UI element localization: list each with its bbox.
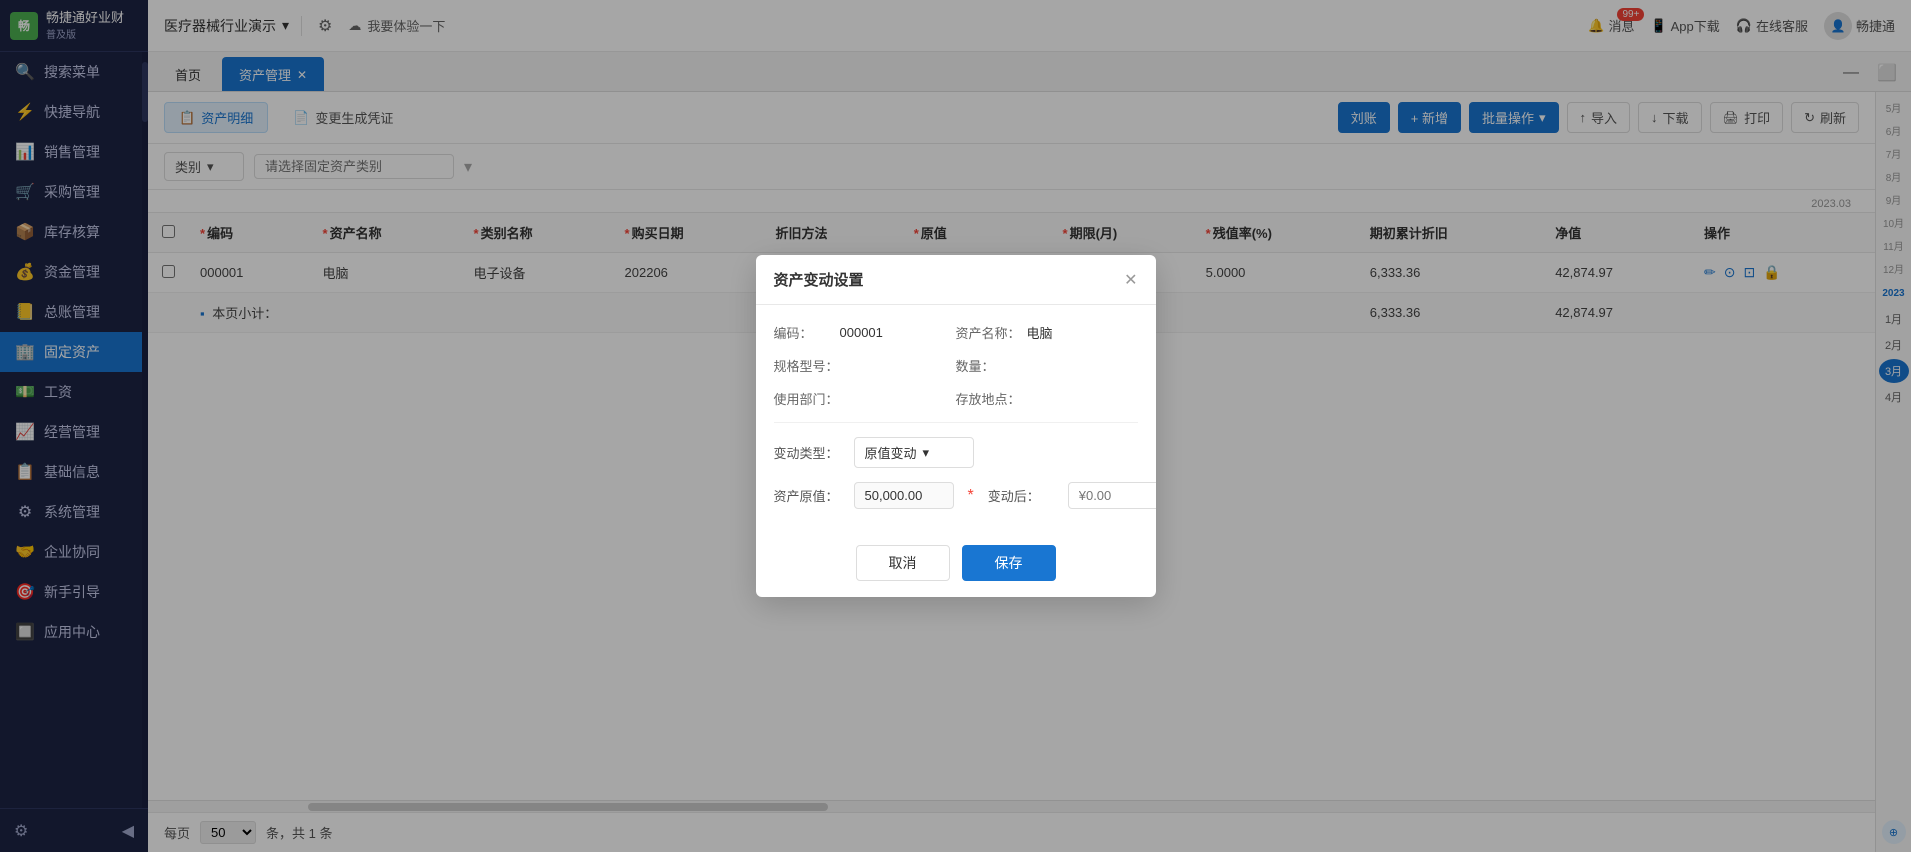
original-value-label: 资产原值：	[774, 486, 844, 505]
code-label: 编码：	[774, 323, 834, 342]
dialog-overlay: 资产变动设置 ✕ 编码： 000001 资产名称： 电脑 规格型号：	[0, 0, 1911, 852]
change-type-select[interactable]: 原值变动 ▾	[854, 437, 974, 468]
asset-name-label: 资产名称：	[956, 323, 1021, 342]
after-change-label: 变动后：	[988, 486, 1058, 505]
dialog-row-2: 规格型号： 数量：	[774, 356, 1138, 375]
dialog-divider	[774, 422, 1138, 423]
form-row-values: 资产原值： * 变动后：	[774, 482, 1138, 509]
asset-change-dialog: 资产变动设置 ✕ 编码： 000001 资产名称： 电脑 规格型号：	[756, 255, 1156, 597]
dept-label: 使用部门：	[774, 389, 839, 408]
code-value: 000001	[840, 325, 883, 340]
field-dept: 使用部门：	[774, 389, 956, 408]
original-value-input	[854, 482, 954, 509]
dialog-row-1: 编码： 000001 资产名称： 电脑	[774, 323, 1138, 342]
field-asset-name: 资产名称： 电脑	[956, 323, 1138, 342]
after-change-input[interactable]	[1068, 482, 1156, 509]
dialog-body: 编码： 000001 资产名称： 电脑 规格型号： 数量：	[756, 305, 1156, 533]
asset-name-value: 电脑	[1027, 323, 1053, 342]
dialog-row-3: 使用部门： 存放地点：	[774, 389, 1138, 408]
form-row-change-type: 变动类型： 原值变动 ▾	[774, 437, 1138, 468]
change-type-arrow-icon: ▾	[923, 445, 930, 461]
dialog-header: 资产变动设置 ✕	[756, 255, 1156, 305]
save-button[interactable]: 保存	[962, 545, 1056, 581]
required-star: *	[968, 487, 974, 505]
quantity-label: 数量：	[956, 356, 1016, 375]
field-quantity: 数量：	[956, 356, 1138, 375]
field-spec: 规格型号：	[774, 356, 956, 375]
change-type-label: 变动类型：	[774, 443, 844, 462]
dialog-close-button[interactable]: ✕	[1124, 270, 1137, 290]
location-label: 存放地点：	[956, 389, 1021, 408]
change-type-value: 原值变动	[865, 443, 917, 462]
spec-label: 规格型号：	[774, 356, 839, 375]
cancel-button[interactable]: 取消	[856, 545, 950, 581]
dialog-footer: 取消 保存	[756, 533, 1156, 597]
dialog-title: 资产变动设置	[774, 269, 864, 290]
field-code: 编码： 000001	[774, 323, 956, 342]
field-location: 存放地点：	[956, 389, 1138, 408]
